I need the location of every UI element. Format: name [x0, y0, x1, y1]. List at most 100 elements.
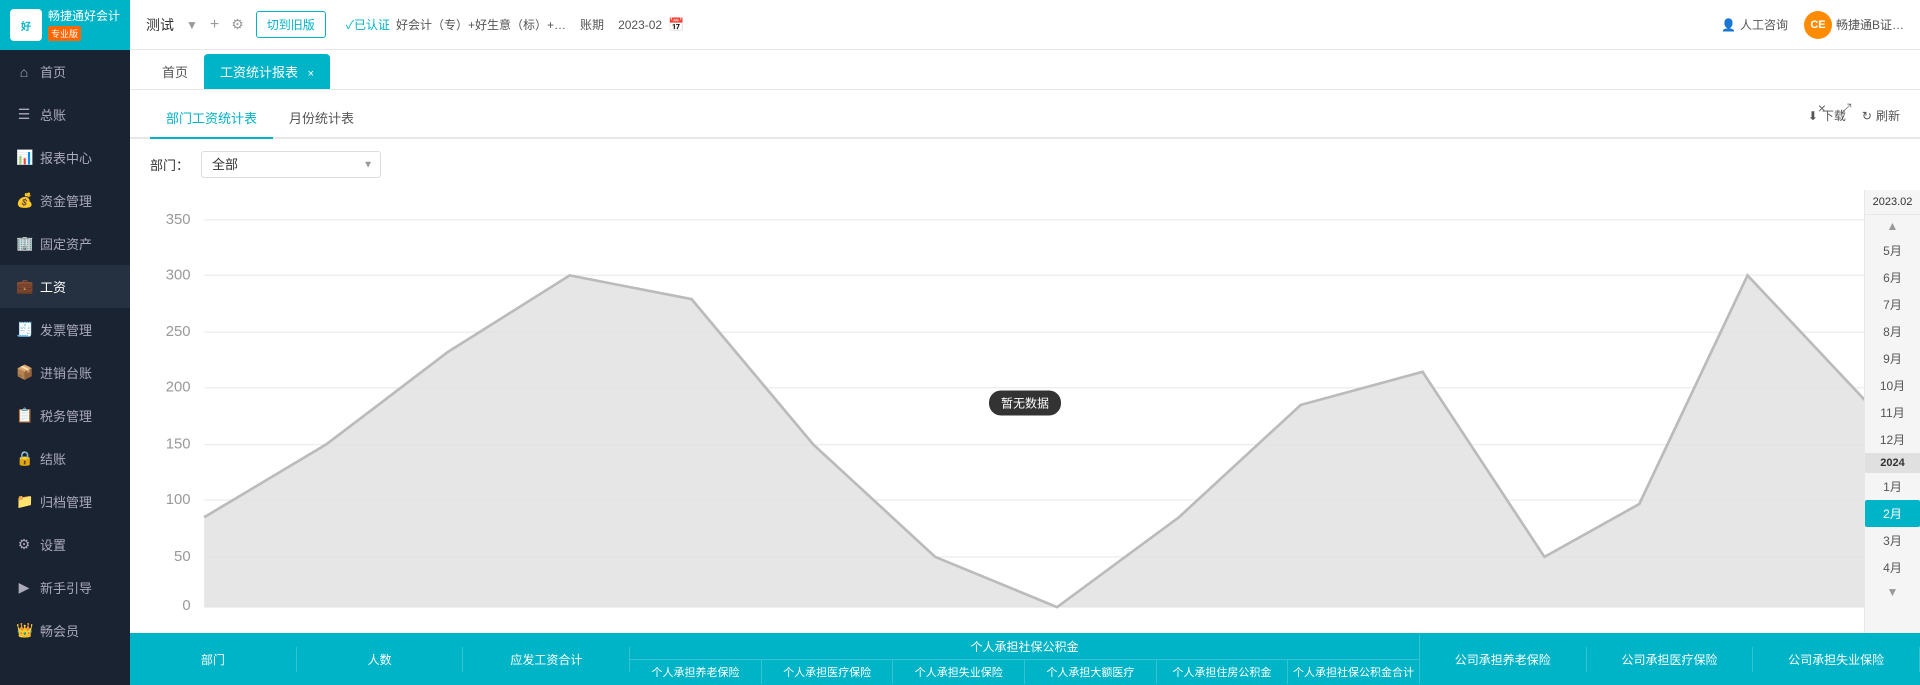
col-social-total: 个人承担社保公积金合计 — [1288, 660, 1419, 684]
department-filter-wrap: 全部 销售部 财务部 技术部 行政部 ▼ — [201, 151, 381, 178]
svg-text:150: 150 — [166, 437, 191, 453]
refresh-btn[interactable]: ↻ 刷新 — [1862, 107, 1900, 124]
col-major-medical: 个人承担大额医疗 — [1025, 660, 1157, 684]
svg-text:350: 350 — [166, 212, 191, 228]
col-pension: 个人承担养老保险 — [630, 660, 762, 684]
sidebar-item-salary[interactable]: 💼 工资 — [0, 265, 130, 308]
guide-icon: ▶ — [16, 579, 32, 596]
salary-icon: 💼 — [16, 278, 32, 295]
sidebar-item-assets[interactable]: 🏢 固定资产 — [0, 222, 130, 265]
sidebar-item-guide[interactable]: ▶ 新手引导 — [0, 566, 130, 609]
col-count: 人数 — [297, 647, 464, 672]
date-item-jul[interactable]: 7月 — [1865, 291, 1920, 318]
sidebar-item-settings[interactable]: ⚙ 设置 — [0, 523, 130, 566]
assets-icon: 🏢 — [16, 235, 32, 252]
date-item-jan[interactable]: 1月 — [1865, 473, 1920, 500]
period-label: 账期 — [580, 16, 604, 33]
date-item-apr[interactable]: 4月 — [1865, 554, 1920, 581]
vip-icon: 👑 — [16, 622, 32, 639]
col-department: 部门 — [130, 647, 297, 672]
date-item-mar[interactable]: 3月 — [1865, 527, 1920, 554]
sidebar-item-reports[interactable]: 📊 报表中心 — [0, 136, 130, 179]
department-select[interactable]: 全部 销售部 财务部 技术部 行政部 — [201, 151, 381, 178]
refresh-label: 刷新 — [1876, 107, 1900, 124]
logo-main-text: 畅捷通好会计 — [48, 9, 120, 25]
support-item[interactable]: 👤 人工咨询 — [1721, 16, 1788, 33]
sidebar-item-label: 归档管理 — [40, 492, 92, 511]
close-popup-btn[interactable]: × — [1812, 98, 1832, 118]
date-nav-down[interactable]: ▼ — [1865, 581, 1920, 603]
calendar-icon[interactable]: 📅 — [668, 17, 684, 33]
expand-popup-btn[interactable]: ⤢ — [1836, 98, 1856, 118]
chart-area: 350 300 250 200 150 100 50 0 — [130, 190, 1920, 633]
date-item-dec[interactable]: 12月 — [1865, 426, 1920, 453]
subtabs: 部门工资统计表 月份统计表 ⬇ 下载 ↻ 刷新 — [130, 90, 1920, 139]
sidebar-item-ledger[interactable]: ☰ 总账 — [0, 93, 130, 136]
sidebar-item-closing[interactable]: 🔒 结账 — [0, 437, 130, 480]
sidebar-item-home[interactable]: ⌂ 首页 — [0, 50, 130, 93]
sidebar-item-label: 首页 — [40, 62, 66, 81]
sidebar-item-label: 结账 — [40, 449, 66, 468]
svg-text:50: 50 — [174, 549, 191, 565]
user-item[interactable]: CE 畅捷通B证… — [1804, 11, 1904, 39]
subtab-monthly[interactable]: 月份统计表 — [273, 102, 370, 139]
col-company-medical: 公司承担医疗保险 — [1587, 647, 1754, 672]
main-area: 测试 ▼ + ⚙ 切到旧版 ✓已认证 好会计（专）+好生意（标）+… 账期 20… — [130, 0, 1920, 685]
sidebar-item-label: 资金管理 — [40, 191, 92, 210]
sidebar-item-funds[interactable]: 💰 资金管理 — [0, 179, 130, 222]
date-nav-up[interactable]: ▲ — [1865, 215, 1920, 237]
date-item-nov[interactable]: 11月 — [1865, 399, 1920, 426]
date-item-jun[interactable]: 6月 — [1865, 264, 1920, 291]
topbar: 测试 ▼ + ⚙ 切到旧版 ✓已认证 好会计（专）+好生意（标）+… 账期 20… — [130, 0, 1920, 50]
home-icon: ⌂ — [16, 64, 32, 80]
date-item-may[interactable]: 5月 — [1865, 237, 1920, 264]
chart-svg: 350 300 250 200 150 100 50 0 — [150, 200, 1910, 623]
col-total-salary: 应发工资合计 — [463, 647, 630, 672]
date-item-sep[interactable]: 9月 — [1865, 345, 1920, 372]
switch-old-version-button[interactable]: 切到旧版 — [256, 11, 326, 38]
svg-text:200: 200 — [166, 380, 191, 396]
subtab-department[interactable]: 部门工资统计表 — [150, 102, 273, 139]
col-group-personal-social: 个人承担社保公积金 个人承担养老保险 个人承担医疗保险 个人承担失业保险 个人承… — [630, 634, 1420, 684]
svg-text:100: 100 — [166, 492, 191, 508]
topbar-right: 👤 人工咨询 CE 畅捷通B证… — [1721, 11, 1904, 39]
tab-home[interactable]: 首页 — [146, 54, 204, 89]
sidebar-item-archive[interactable]: 📁 归档管理 — [0, 480, 130, 523]
svg-text:0: 0 — [182, 598, 190, 614]
funds-icon: 💰 — [16, 192, 32, 209]
tab-salary-report[interactable]: 工资统计报表 × — [204, 54, 330, 89]
sidebar-item-tax[interactable]: 📋 税务管理 — [0, 394, 130, 437]
reports-icon: 📊 — [16, 149, 32, 166]
sidebar-item-label: 工资 — [40, 277, 66, 296]
logo-icon: 好 — [10, 9, 42, 41]
filter-label: 部门： — [150, 155, 189, 174]
topbar-add-btn[interactable]: + — [210, 16, 219, 34]
invoice-icon: 🧾 — [16, 321, 32, 338]
ledger-icon: ☰ — [16, 106, 32, 123]
col-company-unemployment: 公司承担失业保险 — [1753, 647, 1920, 672]
sidebar-item-label: 总账 — [40, 105, 66, 124]
topbar-gear-btn[interactable]: ⚙ — [231, 16, 244, 33]
date-item-feb[interactable]: 2月 — [1865, 500, 1920, 527]
settings-icon: ⚙ — [16, 536, 32, 553]
svg-text:250: 250 — [166, 324, 191, 340]
closing-icon: 🔒 — [16, 450, 32, 467]
date-item-aug[interactable]: 8月 — [1865, 318, 1920, 345]
col-group-label: 个人承担社保公积金 — [630, 634, 1419, 660]
tab-salary-report-label: 工资统计报表 — [220, 65, 298, 80]
date-item-oct[interactable]: 10月 — [1865, 372, 1920, 399]
verified-badge: ✓已认证 — [346, 16, 390, 33]
tax-icon: 📋 — [16, 407, 32, 424]
col-group-subs: 个人承担养老保险 个人承担医疗保险 个人承担失业保险 个人承担大额医疗 个人承担… — [630, 660, 1419, 684]
col-company-pension: 公司承担养老保险 — [1420, 647, 1587, 672]
sidebar-item-label: 发票管理 — [40, 320, 92, 339]
topbar-dropdown-arrow[interactable]: ▼ — [186, 18, 198, 32]
sidebar-item-label: 进销台账 — [40, 363, 92, 382]
sidebar-item-vip[interactable]: 👑 畅会员 — [0, 609, 130, 652]
tab-close-btn[interactable]: × — [308, 68, 314, 80]
sidebar-item-invoice[interactable]: 🧾 发票管理 — [0, 308, 130, 351]
sidebar-logo: 好 畅捷通好会计 专业版 — [0, 0, 130, 50]
sidebar-item-purchase[interactable]: 📦 进销台账 — [0, 351, 130, 394]
period-value: 2023-02 — [618, 18, 662, 32]
date-panel: 2023.02 ▲ 5月 6月 7月 8月 9月 10月 11月 12月 202… — [1864, 190, 1920, 633]
